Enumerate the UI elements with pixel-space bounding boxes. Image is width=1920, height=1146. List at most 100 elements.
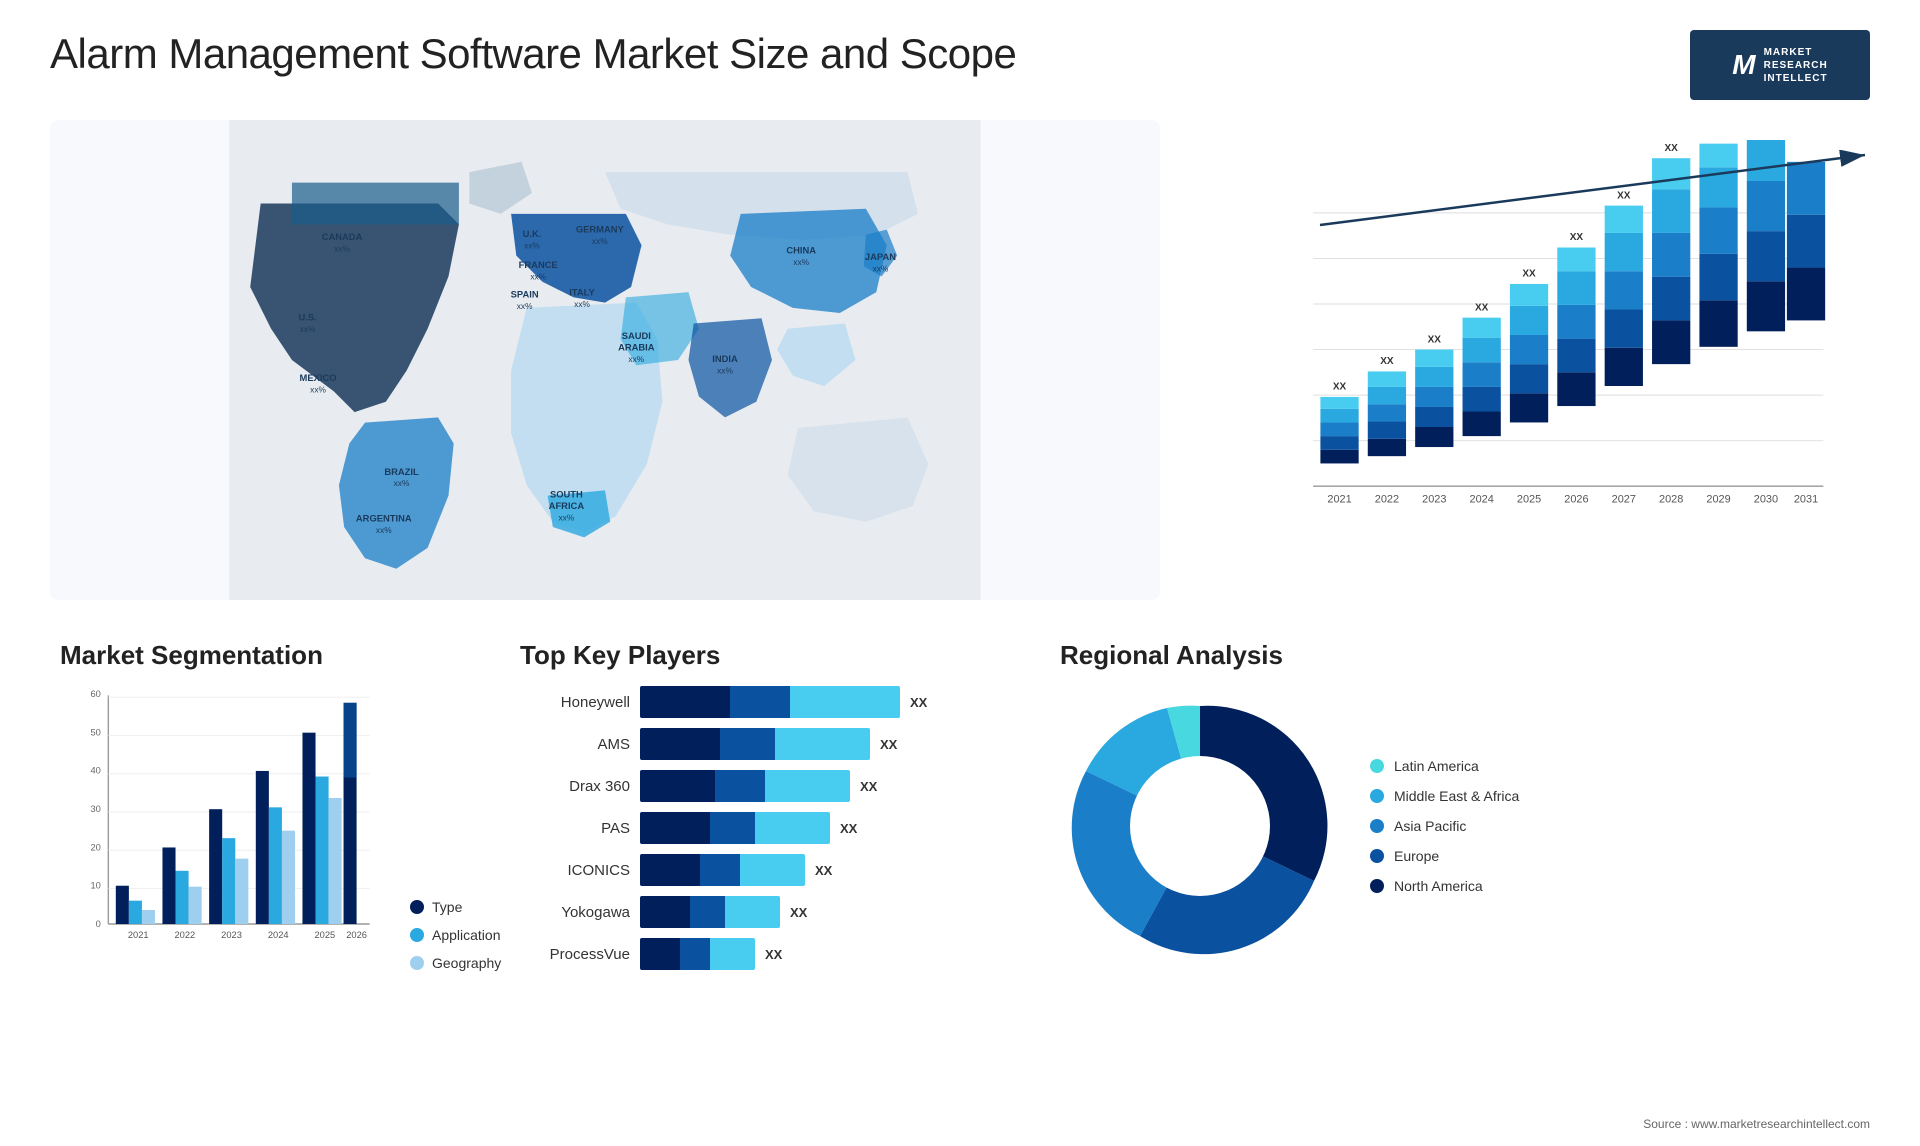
- players-section: Top Key Players Honeywell XX AMS: [510, 630, 1010, 1050]
- svg-text:XX: XX: [1712, 140, 1726, 141]
- players-list: Honeywell XX AMS: [520, 686, 1000, 970]
- legend-asia-pacific: Asia Pacific: [1370, 818, 1519, 834]
- logo-text: MARKET RESEARCH INTELLECT: [1764, 46, 1828, 85]
- svg-text:xx%: xx%: [334, 243, 350, 253]
- dot-latin-america: [1370, 759, 1384, 773]
- segmentation-title: Market Segmentation: [60, 640, 460, 671]
- svg-text:2027: 2027: [1612, 494, 1636, 506]
- svg-text:XX: XX: [1617, 190, 1631, 201]
- svg-text:xx%: xx%: [300, 324, 316, 334]
- svg-text:FRANCE: FRANCE: [519, 259, 558, 270]
- svg-text:2024: 2024: [1470, 494, 1494, 506]
- dot-asia-pacific: [1370, 819, 1384, 833]
- svg-text:CHINA: CHINA: [786, 245, 816, 256]
- legend-latin-america: Latin America: [1370, 758, 1519, 774]
- svg-text:XX: XX: [1428, 334, 1442, 345]
- svg-text:ARABIA: ARABIA: [618, 342, 655, 353]
- svg-text:2031: 2031: [1794, 494, 1818, 506]
- segmentation-chart-svg: 0 10 20 30 40 50 60: [60, 686, 390, 966]
- legend-dot-application: [410, 928, 424, 942]
- svg-text:2023: 2023: [1422, 494, 1446, 506]
- legend-north-america: North America: [1370, 878, 1519, 894]
- legend-application: Application: [410, 927, 501, 943]
- svg-text:2021: 2021: [128, 930, 149, 940]
- logo-letter: M: [1732, 49, 1755, 81]
- players-title: Top Key Players: [520, 640, 1000, 671]
- bar-chart-svg: XX 2021 XX 2022 XX: [1250, 140, 1850, 550]
- svg-text:2022: 2022: [174, 930, 195, 940]
- growth-bar-chart: XX 2021 XX 2022 XX: [1190, 120, 1870, 600]
- svg-text:40: 40: [90, 766, 100, 776]
- svg-text:2030: 2030: [1754, 494, 1778, 506]
- player-row-ams: AMS XX: [520, 728, 1000, 760]
- svg-text:xx%: xx%: [517, 301, 533, 311]
- svg-text:2023: 2023: [221, 930, 242, 940]
- svg-text:10: 10: [90, 881, 100, 891]
- segmentation-legend: Type Application Geography: [410, 889, 501, 971]
- svg-text:SOUTH: SOUTH: [550, 489, 583, 500]
- dot-north-america: [1370, 879, 1384, 893]
- regional-legend: Latin America Middle East & Africa Asia …: [1370, 758, 1519, 894]
- legend-dot-type: [410, 900, 424, 914]
- page-title: Alarm Management Software Market Size an…: [50, 30, 1016, 78]
- svg-text:xx%: xx%: [793, 257, 809, 267]
- player-row-processvue: ProcessVue XX: [520, 938, 1000, 970]
- dot-middle-east-africa: [1370, 789, 1384, 803]
- svg-text:2028: 2028: [1659, 494, 1683, 506]
- svg-text:2024: 2024: [268, 930, 289, 940]
- svg-text:GERMANY: GERMANY: [576, 224, 625, 235]
- svg-text:2029: 2029: [1706, 494, 1730, 506]
- svg-text:xx%: xx%: [717, 366, 733, 376]
- svg-text:XX: XX: [1522, 269, 1536, 280]
- svg-text:ITALY: ITALY: [569, 286, 595, 297]
- header: Alarm Management Software Market Size an…: [50, 30, 1870, 100]
- player-row-honeywell: Honeywell XX: [520, 686, 1000, 718]
- svg-text:xx%: xx%: [530, 272, 546, 282]
- dot-europe: [1370, 849, 1384, 863]
- page-container: Alarm Management Software Market Size an…: [0, 0, 1920, 1146]
- svg-text:SPAIN: SPAIN: [511, 288, 539, 299]
- svg-text:xx%: xx%: [873, 263, 889, 273]
- donut-chart-svg: [1060, 686, 1340, 966]
- svg-text:SAUDI: SAUDI: [622, 330, 651, 341]
- svg-text:50: 50: [90, 727, 100, 737]
- source-text: Source : www.marketresearchintellect.com: [1643, 1117, 1870, 1131]
- legend-middle-east-africa: Middle East & Africa: [1370, 788, 1519, 804]
- player-row-drax: Drax 360 XX: [520, 770, 1000, 802]
- svg-text:U.K.: U.K.: [523, 228, 542, 239]
- regional-title: Regional Analysis: [1060, 640, 1860, 671]
- svg-text:20: 20: [90, 842, 100, 852]
- svg-text:xx%: xx%: [310, 384, 326, 394]
- svg-text:xx%: xx%: [524, 240, 540, 250]
- player-row-pas: PAS XX: [520, 812, 1000, 844]
- svg-text:INDIA: INDIA: [712, 353, 738, 364]
- svg-text:BRAZIL: BRAZIL: [384, 466, 419, 477]
- map-svg: CANADA xx% U.S. xx% MEXICO xx% BRAZIL xx…: [50, 120, 1160, 600]
- svg-text:2022: 2022: [1375, 494, 1399, 506]
- svg-text:xx%: xx%: [394, 478, 410, 488]
- top-section: CANADA xx% U.S. xx% MEXICO xx% BRAZIL xx…: [50, 120, 1870, 600]
- legend-dot-geography: [410, 956, 424, 970]
- svg-text:2021: 2021: [1327, 494, 1351, 506]
- svg-text:xx%: xx%: [559, 513, 575, 523]
- regional-section: Regional Analysis: [1050, 630, 1870, 1050]
- svg-text:MEXICO: MEXICO: [300, 372, 337, 383]
- player-row-yokogawa: Yokogawa XX: [520, 896, 1000, 928]
- svg-text:30: 30: [90, 804, 100, 814]
- svg-text:AFRICA: AFRICA: [549, 500, 585, 511]
- svg-text:XX: XX: [1380, 356, 1394, 367]
- svg-text:U.S.: U.S.: [298, 311, 316, 322]
- legend-geography: Geography: [410, 955, 501, 971]
- bottom-section: Market Segmentation 0 10 20 30 40 5: [50, 630, 1870, 1050]
- svg-text:ARGENTINA: ARGENTINA: [356, 513, 412, 524]
- svg-text:XX: XX: [1570, 232, 1584, 243]
- svg-text:xx%: xx%: [592, 236, 608, 246]
- svg-text:2026: 2026: [1564, 494, 1588, 506]
- svg-text:JAPAN: JAPAN: [865, 251, 896, 262]
- svg-text:CANADA: CANADA: [322, 231, 363, 242]
- svg-text:2025: 2025: [314, 930, 335, 940]
- svg-text:0: 0: [96, 919, 101, 929]
- legend-europe: Europe: [1370, 848, 1519, 864]
- segmentation-section: Market Segmentation 0 10 20 30 40 5: [50, 630, 470, 1050]
- svg-text:xx%: xx%: [376, 525, 392, 535]
